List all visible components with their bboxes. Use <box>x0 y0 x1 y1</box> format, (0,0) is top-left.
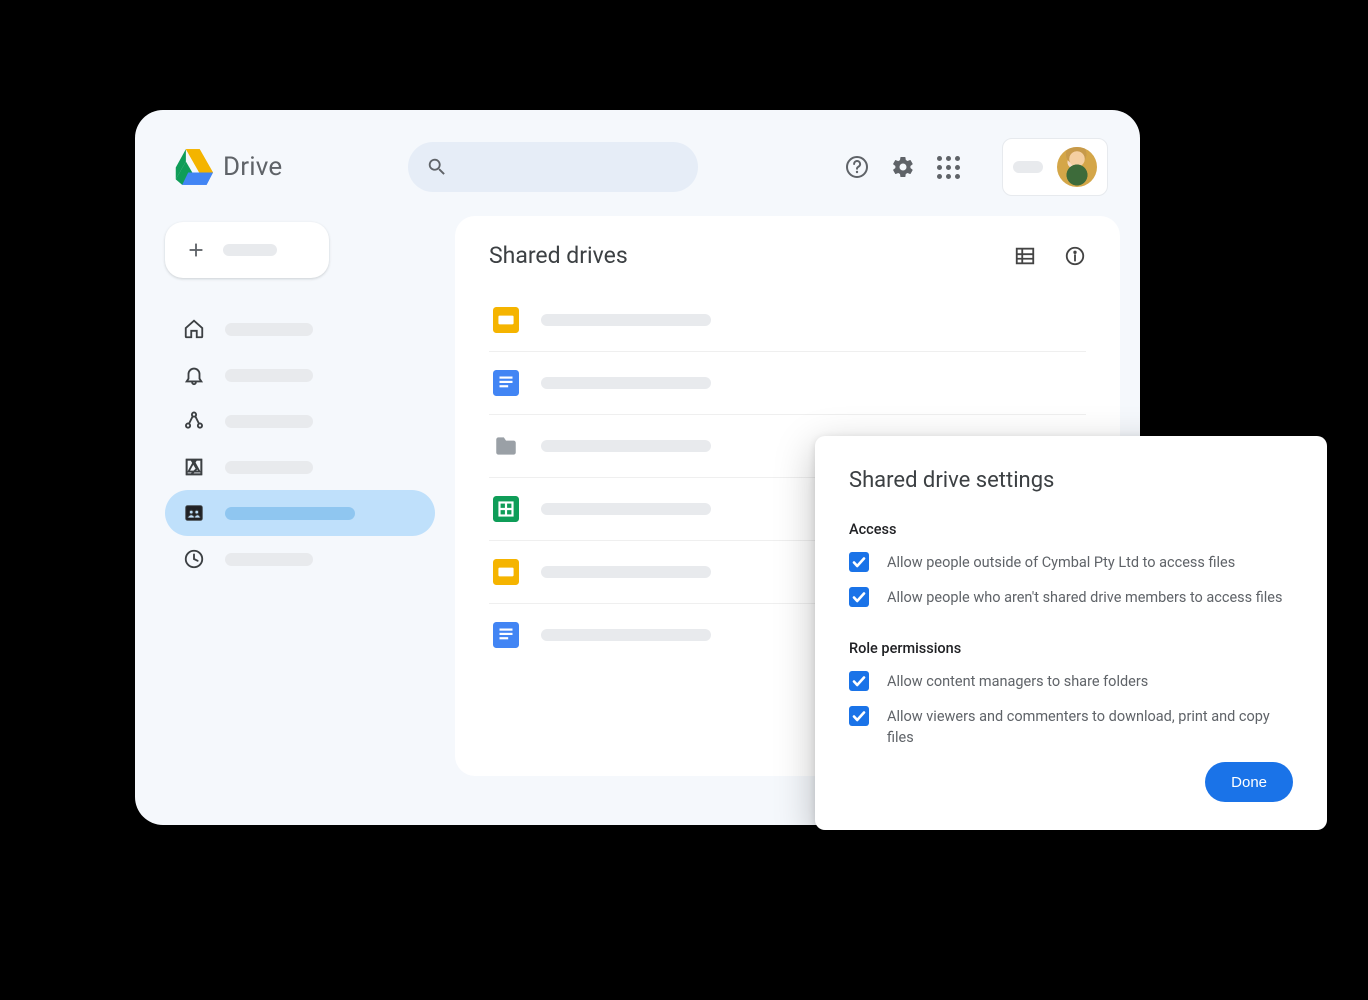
slides-file-icon <box>493 307 519 333</box>
checkbox-checked-icon[interactable] <box>849 587 869 607</box>
page-title: Shared drives <box>489 242 628 269</box>
plus-icon <box>185 239 207 261</box>
search-input[interactable] <box>408 142 698 192</box>
file-row[interactable] <box>489 289 1086 352</box>
roles-heading: Role permissions <box>849 640 1293 657</box>
header: Drive <box>135 110 1140 216</box>
new-button[interactable] <box>165 222 329 278</box>
checkbox-checked-icon[interactable] <box>849 706 869 726</box>
account-switcher[interactable] <box>1002 138 1108 196</box>
header-actions <box>845 138 1108 196</box>
apps-grid-icon[interactable] <box>937 156 960 179</box>
drive-window: Drive <box>135 110 1140 825</box>
app-name: Drive <box>223 152 282 182</box>
search-icon <box>426 156 448 178</box>
home-icon <box>183 318 205 340</box>
bell-icon <box>183 364 205 386</box>
sheets-file-icon <box>493 496 519 522</box>
checkbox-checked-icon[interactable] <box>849 552 869 572</box>
sidebar <box>165 216 435 823</box>
done-button[interactable]: Done <box>1205 762 1293 802</box>
sidebar-item-activity[interactable] <box>165 352 435 398</box>
shared-drives-icon <box>183 502 205 524</box>
roles-opt-viewers-download-label: Allow viewers and commenters to download… <box>887 706 1293 748</box>
avatar[interactable] <box>1057 147 1097 187</box>
dialog-title: Shared drive settings <box>849 468 1293 493</box>
shared-drive-settings-dialog: Shared drive settings Access Allow peopl… <box>815 436 1327 830</box>
access-heading: Access <box>849 521 1293 538</box>
access-opt-non-members[interactable]: Allow people who aren't shared drive mem… <box>849 587 1293 608</box>
access-opt-outside-org-label: Allow people outside of Cymbal Pty Ltd t… <box>887 552 1235 573</box>
share-icon <box>183 410 205 432</box>
roles-opt-managers-share-label: Allow content managers to share folders <box>887 671 1148 692</box>
checkbox-checked-icon[interactable] <box>849 671 869 691</box>
docs-file-icon <box>493 370 519 396</box>
list-view-icon[interactable] <box>1014 245 1036 267</box>
access-opt-outside-org[interactable]: Allow people outside of Cymbal Pty Ltd t… <box>849 552 1293 573</box>
sidebar-item-my-drive[interactable] <box>165 444 435 490</box>
info-icon[interactable] <box>1064 245 1086 267</box>
sidebar-item-shared-with-me[interactable] <box>165 398 435 444</box>
sidebar-item-recent[interactable] <box>165 536 435 582</box>
folder-icon <box>493 433 519 459</box>
slides-file-icon <box>493 559 519 585</box>
file-row[interactable] <box>489 352 1086 415</box>
docs-file-icon <box>493 622 519 648</box>
sidebar-item-shared-drives[interactable] <box>165 490 435 536</box>
drive-icon <box>183 456 205 478</box>
sidebar-item-home[interactable] <box>165 306 435 352</box>
logo[interactable]: Drive <box>173 149 282 185</box>
roles-opt-viewers-download[interactable]: Allow viewers and commenters to download… <box>849 706 1293 748</box>
access-opt-non-members-label: Allow people who aren't shared drive mem… <box>887 587 1282 608</box>
gear-icon[interactable] <box>891 155 915 179</box>
drive-logo-icon <box>173 149 213 185</box>
org-placeholder <box>1013 161 1043 173</box>
help-icon[interactable] <box>845 155 869 179</box>
roles-opt-managers-share[interactable]: Allow content managers to share folders <box>849 671 1293 692</box>
recent-icon <box>183 548 205 570</box>
